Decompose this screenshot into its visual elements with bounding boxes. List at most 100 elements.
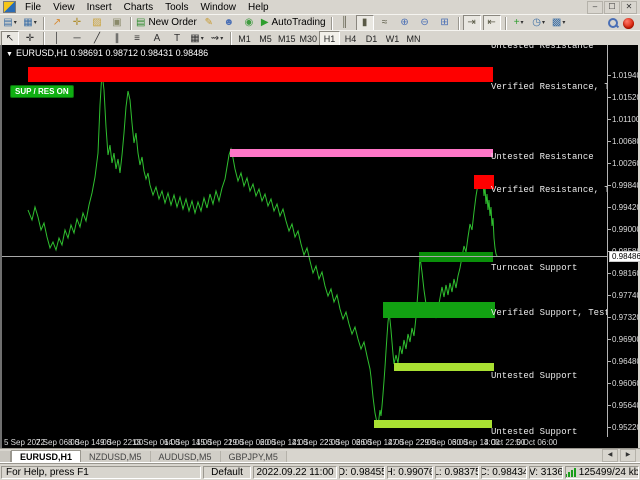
close-button[interactable]: ✕ xyxy=(621,0,637,14)
autotrading-button[interactable]: ▶ AutoTrading xyxy=(260,15,327,31)
status-traffic: 125499/24 kb xyxy=(565,465,639,479)
community-button[interactable]: ☻ xyxy=(220,15,238,31)
text-label-icon: T xyxy=(173,32,181,44)
main-toolbar: ▤ ▾ ▦ ▾ ↗ ✛ ▨ ▣ ▤ New Order ✎ ☻ ◉ ▶ AutoTrading ║ ▮ ≈ ⊕ ⊖ ⊞ ⇥… xyxy=(0,14,640,31)
price-tick-mark xyxy=(608,75,611,76)
support-untested-lower-band[interactable] xyxy=(374,420,492,428)
new-order-button[interactable]: ▤ New Order xyxy=(135,15,198,31)
shapes-icon: ▦ xyxy=(190,32,200,44)
timeframe-m5[interactable]: M5 xyxy=(255,31,276,46)
indicators-button[interactable]: + ▾ xyxy=(510,15,528,31)
dropdown-caret-icon[interactable]: ▾ xyxy=(521,17,524,29)
zoom-out-icon: ⊖ xyxy=(420,17,429,28)
timeframe-h1[interactable]: H1 xyxy=(319,31,341,46)
price-tick-label: 0.97740 xyxy=(612,291,640,300)
tab-scroll-left-icon[interactable]: ◀ xyxy=(602,449,618,462)
search-icon[interactable] xyxy=(607,17,619,29)
templates-button[interactable]: ▩ ▾ xyxy=(550,15,568,31)
periods-button[interactable]: ◷ ▾ xyxy=(530,15,548,31)
timeframe-h4[interactable]: H4 xyxy=(340,31,361,46)
dropdown-caret-icon[interactable]: ▾ xyxy=(542,17,545,29)
timeframe-m1[interactable]: M1 xyxy=(234,31,255,46)
bar-chart-mode-button[interactable]: ║ xyxy=(336,15,354,31)
profiles-button[interactable]: ▦ ▾ xyxy=(21,15,39,31)
menu-bar: File View Insert Charts Tools Window Help – ☐ … xyxy=(0,0,640,14)
bid-price-line xyxy=(2,256,607,257)
chart-shift-button[interactable]: ⇤ xyxy=(482,15,501,31)
status-bar-high-text: H: 0.99076 xyxy=(387,466,433,478)
timeframe-w1[interactable]: W1 xyxy=(382,31,403,46)
price-tick-label: 1.01100 xyxy=(612,115,640,124)
candle-chart-mode-button[interactable]: ▮ xyxy=(355,15,374,31)
bar-chart-mode-icon: ║ xyxy=(341,17,349,28)
zoom-in-button[interactable]: ⊕ xyxy=(396,15,414,31)
support-verified-2-band[interactable] xyxy=(383,302,495,318)
channel-icon: ∥ xyxy=(114,32,120,44)
price-tick-label: 0.95640 xyxy=(612,401,640,410)
restore-button[interactable]: ☐ xyxy=(604,0,620,14)
tab-scroll-controls: ◀ ▶ xyxy=(602,449,640,463)
price-tick-label: 0.96900 xyxy=(612,335,640,344)
menu-window[interactable]: Window xyxy=(194,2,242,13)
clipped-resistance-label: Untested Resistance xyxy=(491,45,594,51)
chart-plot[interactable]: ▼ EURUSD,H1 0.98691 0.98712 0.98431 0.984… xyxy=(2,45,608,438)
terminal-button[interactable]: ▣ xyxy=(108,15,126,31)
support-turncoat-band[interactable] xyxy=(419,252,493,262)
price-tick-label: 1.00680 xyxy=(612,137,640,146)
price-tick-label: 0.96060 xyxy=(612,379,640,388)
price-tick-label: 0.98160 xyxy=(612,269,640,278)
navigator-button[interactable]: ✛ xyxy=(68,15,86,31)
price-tick-label: 0.99000 xyxy=(612,225,640,234)
fibonacci-icon: ≡ xyxy=(134,32,140,44)
toolbar-separator xyxy=(43,16,44,30)
data-window-button[interactable]: ▨ xyxy=(88,15,106,31)
support-untested-upper-band[interactable] xyxy=(394,363,494,371)
price-tick-mark xyxy=(608,383,611,384)
menu-view[interactable]: View xyxy=(47,2,81,13)
timeframe-mn[interactable]: MN xyxy=(403,31,424,46)
chart-dropdown-icon[interactable]: ▼ xyxy=(6,51,13,58)
dropdown-caret-icon[interactable]: ▾ xyxy=(562,17,565,29)
line-chart-mode-button[interactable]: ≈ xyxy=(376,15,394,31)
timeframe-m30[interactable]: M30 xyxy=(298,31,320,46)
supres-toggle-button[interactable]: SUP / RES ON xyxy=(10,85,74,98)
menu-help[interactable]: Help xyxy=(242,2,275,13)
dropdown-caret-icon[interactable]: ▾ xyxy=(220,33,223,45)
timeframe-m15[interactable]: M15 xyxy=(276,31,298,46)
menu-tools[interactable]: Tools xyxy=(159,2,194,13)
metaeditor-button[interactable]: ✎ xyxy=(200,15,218,31)
auto-scroll-button[interactable]: ⇥ xyxy=(462,15,481,31)
data-window-icon: ▨ xyxy=(92,17,102,28)
chart-shift-icon: ⇤ xyxy=(487,17,496,28)
minimize-button[interactable]: – xyxy=(587,0,603,14)
status-bar-open-text: O: 0.98455 xyxy=(339,466,385,478)
support-untested-upper-label: Untested Support xyxy=(491,371,578,381)
timeframe-d1[interactable]: D1 xyxy=(361,31,382,46)
arrows-icon: ⇝ xyxy=(210,32,220,44)
tile-windows-button[interactable]: ⊞ xyxy=(436,15,454,31)
dropdown-caret-icon[interactable]: ▾ xyxy=(14,17,17,29)
price-tick-mark xyxy=(608,427,611,428)
market-button[interactable]: ◉ xyxy=(240,15,258,31)
menu-charts[interactable]: Charts xyxy=(118,2,159,13)
status-bar: For Help, press F1 Default 2022.09.22 11:0… xyxy=(0,462,640,480)
market-watch-button[interactable]: ↗ xyxy=(48,15,66,31)
symbol-info-line: ▼ EURUSD,H1 0.98691 0.98712 0.98431 0.984… xyxy=(6,48,208,58)
new-chart-button[interactable]: ▤ ▾ xyxy=(1,15,19,31)
menu-file[interactable]: File xyxy=(19,2,47,13)
toolbar-separator xyxy=(130,16,131,30)
resistance-verified-3-band[interactable] xyxy=(28,67,493,82)
window-controls: – ☐ ✕ xyxy=(587,0,640,14)
dropdown-caret-icon[interactable]: ▾ xyxy=(201,33,204,45)
chart-window: ▼ EURUSD,H1 0.98691 0.98712 0.98431 0.984… xyxy=(0,45,640,448)
zoom-out-button[interactable]: ⊖ xyxy=(416,15,434,31)
text-icon: A xyxy=(153,32,161,44)
resistance-untested-label: Untested Resistance xyxy=(491,152,594,162)
tab-scroll-right-icon[interactable]: ▶ xyxy=(620,449,636,462)
new-order-icon: ▤ xyxy=(136,17,146,28)
notifications-icon[interactable] xyxy=(623,17,634,29)
resistance-untested-band[interactable] xyxy=(230,149,493,157)
status-bar-close-text: C: 0.98434 xyxy=(481,466,527,478)
dropdown-caret-icon[interactable]: ▾ xyxy=(34,17,37,29)
menu-insert[interactable]: Insert xyxy=(81,2,118,13)
